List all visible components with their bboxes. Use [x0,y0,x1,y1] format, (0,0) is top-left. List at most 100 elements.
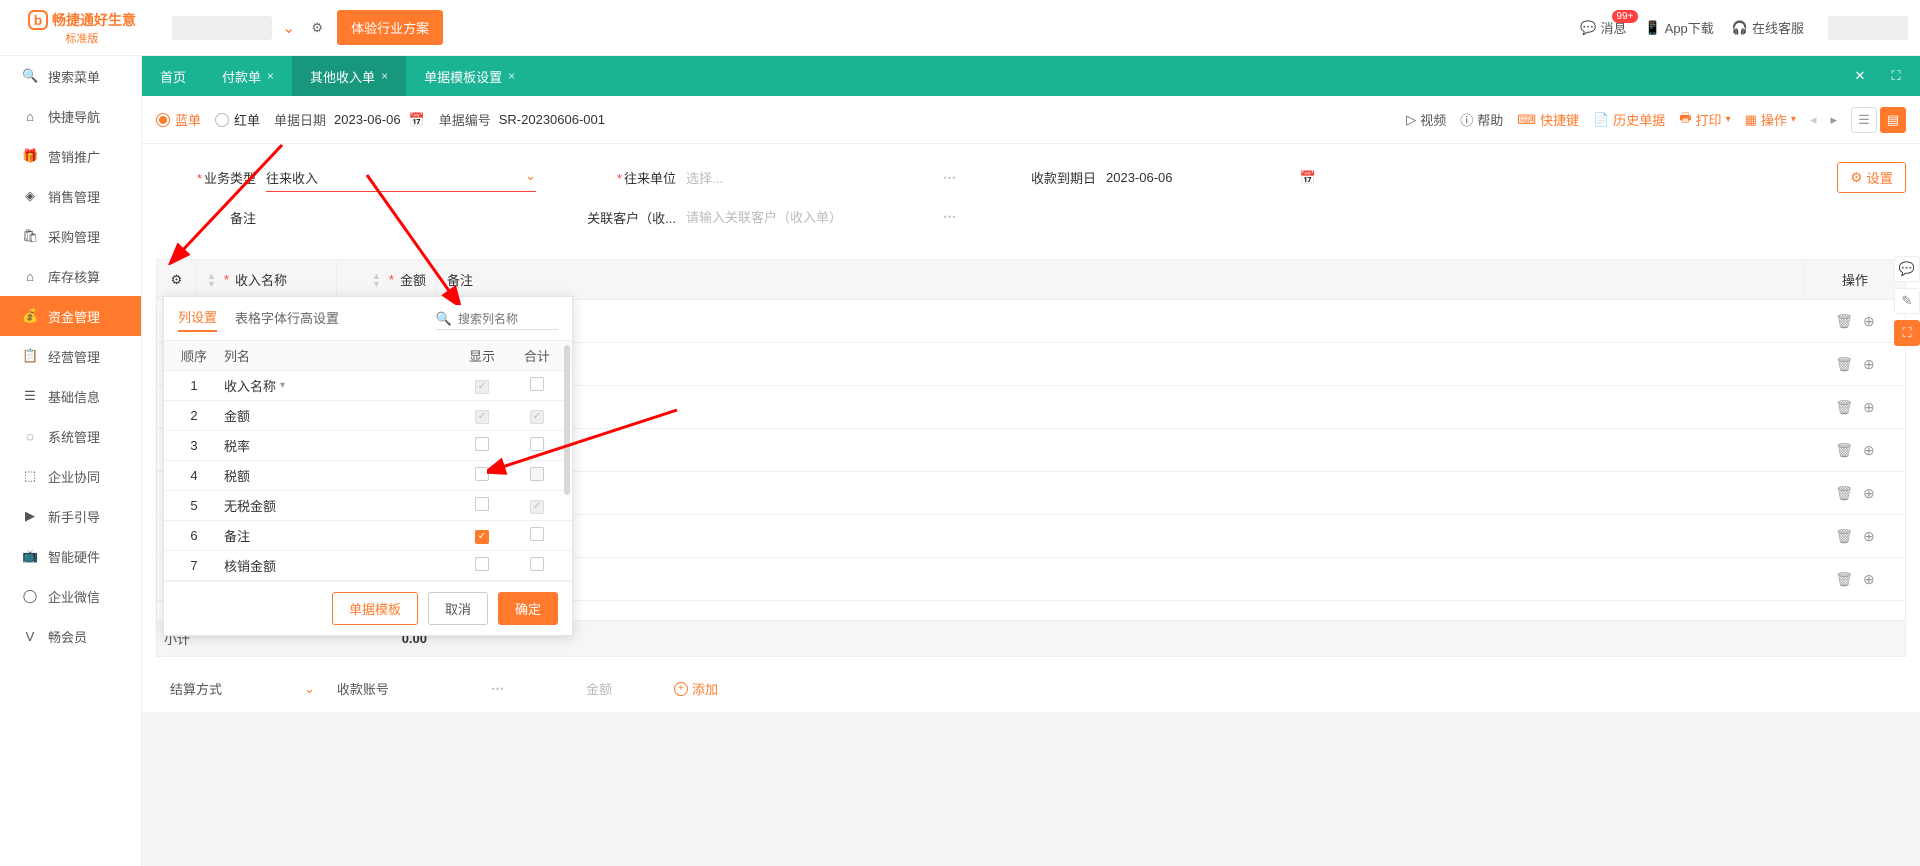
next-icon[interactable]: ▸ [1830,112,1837,128]
sidebar-item[interactable]: 🛍采购管理 [0,216,141,256]
popover-scrollbar[interactable] [564,345,570,495]
expand-icon[interactable]: ⛶ [1882,62,1910,90]
delete-icon[interactable]: 🗑 [1835,356,1853,373]
prev-icon[interactable]: ◂ [1810,112,1817,128]
config-button[interactable]: ⚙设置 [1837,162,1906,193]
col-amount-header[interactable]: ▲▼ *金额 [337,260,437,299]
related-customer-input[interactable]: 请输入关联客户（收入单） [686,203,933,231]
biz-type-input[interactable]: 往来收入 ⌄ [266,164,536,192]
layout-list-icon[interactable]: ☰ [1851,107,1877,133]
copy-icon[interactable]: ⊕ [1863,399,1875,416]
chat-icon[interactable]: 💬 [1894,256,1920,282]
app-download[interactable]: 📱 App下载 [1644,18,1713,37]
calendar-icon[interactable]: 📅 [1300,170,1316,186]
checkbox[interactable] [530,377,544,391]
checkbox[interactable] [475,467,489,481]
copy-icon[interactable]: ⊕ [1863,528,1875,545]
col-income-header[interactable]: ▲▼ *收入名称 [197,260,337,299]
sidebar-item[interactable]: ▶新手引导 [0,496,141,536]
col-remark-header[interactable]: 备注 [437,260,1805,299]
operate-link[interactable]: ▦操作▾ [1745,110,1796,129]
radio-blue[interactable]: 蓝单 [156,110,201,129]
help-link[interactable]: ⓘ帮助 [1460,110,1503,129]
sidebar-item[interactable]: ⬚企业协同 [0,456,141,496]
tab-table-style[interactable]: 表格字体行高设置 [235,308,339,331]
chevron-down-icon[interactable]: ⌄ [304,681,315,697]
checkbox[interactable] [530,557,544,571]
sidebar-item[interactable]: ☰基础信息 [0,376,141,416]
delete-icon[interactable]: 🗑 [1835,399,1853,416]
delete-icon[interactable]: 🗑 [1835,313,1853,330]
sidebar-item[interactable]: 🎁营销推广 [0,136,141,176]
delete-icon[interactable]: 🗑 [1835,571,1853,588]
copy-icon[interactable]: ⊕ [1863,485,1875,502]
cancel-button[interactable]: 取消 [428,592,488,625]
expand-tool-icon[interactable]: ⛶ [1894,320,1920,346]
close-all-tabs-icon[interactable]: ✕ [1846,62,1874,90]
sidebar-item[interactable]: V畅会员 [0,616,141,656]
sidebar-item[interactable]: ◯企业微信 [0,576,141,616]
checkbox[interactable] [475,437,489,451]
shortcut-link[interactable]: ⌨快捷键 [1517,110,1579,129]
due-date-input[interactable]: 2023-06-06 [1106,166,1290,190]
sidebar-item[interactable]: 💰资金管理 [0,296,141,336]
template-button[interactable]: 单据模板 [332,592,418,625]
more-icon[interactable]: ⋯ [943,209,956,225]
bill-date-value[interactable]: 2023-06-06 [334,112,401,127]
history-link[interactable]: 📄历史单据 [1593,110,1665,129]
layout-card-icon[interactable]: ▤ [1880,107,1906,133]
biz-type-field: *业务类型 往来收入 ⌄ [156,164,536,192]
tab[interactable]: 单据模板设置× [406,56,533,96]
remark-input[interactable] [266,213,536,222]
checkbox[interactable] [475,530,489,544]
delete-icon[interactable]: 🗑 [1835,442,1853,459]
video-link[interactable]: ▷视频 [1406,110,1446,129]
online-service[interactable]: 🎧 在线客服 [1732,18,1804,37]
copy-icon[interactable]: ⊕ [1863,442,1875,459]
ok-button[interactable]: 确定 [498,592,558,625]
column-search-input[interactable] [458,312,558,326]
copy-icon[interactable]: ⊕ [1863,313,1875,330]
close-icon[interactable]: × [508,69,515,83]
tab[interactable]: 其他收入单× [292,56,406,96]
calendar-icon[interactable]: 📅 [409,112,425,128]
sidebar-item[interactable]: ⌂快捷导航 [0,96,141,136]
more-icon[interactable]: ⋯ [943,170,956,186]
chevron-down-icon[interactable]: ▾ [280,380,285,391]
sidebar-item[interactable]: ⌂库存核算 [0,256,141,296]
column-settings-gear-icon[interactable]: ⚙ [157,260,197,299]
sidebar-item[interactable]: 🔍搜索菜单 [0,56,141,96]
user-placeholder[interactable] [1828,16,1908,40]
edit-icon[interactable]: ✎ [1894,288,1920,314]
add-settlement-button[interactable]: + 添加 [674,679,718,698]
checkbox[interactable] [475,557,489,571]
more-icon[interactable]: ⋯ [491,681,504,697]
checkbox[interactable] [530,437,544,451]
close-icon[interactable]: × [267,69,274,83]
delete-icon[interactable]: 🗑 [1835,528,1853,545]
gear-icon[interactable]: ⚙ [311,20,323,36]
sidebar-item[interactable]: 📺智能硬件 [0,536,141,576]
column-row: 1 收入名称 ▾ [164,371,572,401]
checkbox[interactable] [530,527,544,541]
message-action[interactable]: 💬 消息 99+ [1580,18,1626,37]
radio-red-label: 红单 [234,110,260,129]
delete-icon[interactable]: 🗑 [1835,485,1853,502]
close-icon[interactable]: × [381,69,388,83]
sidebar-item[interactable]: ◌系统管理 [0,416,141,456]
org-selector-placeholder[interactable] [172,16,272,40]
chevron-down-icon[interactable]: ⌄ [282,18,295,38]
partner-input[interactable]: 选择... [686,164,933,192]
copy-icon[interactable]: ⊕ [1863,356,1875,373]
print-link[interactable]: 🖶打印▾ [1679,109,1730,131]
sidebar-item[interactable]: 📋经营管理 [0,336,141,376]
tab[interactable]: 首页 [142,56,204,96]
copy-icon[interactable]: ⊕ [1863,571,1875,588]
checkbox[interactable] [475,497,489,511]
radio-red[interactable]: 红单 [215,110,260,129]
try-industry-button[interactable]: 体验行业方案 [337,10,443,45]
tab-label: 付款单 [222,67,261,86]
tab[interactable]: 付款单 × [204,56,292,96]
sidebar-item[interactable]: ◈销售管理 [0,176,141,216]
tab-column-settings[interactable]: 列设置 [178,307,217,332]
